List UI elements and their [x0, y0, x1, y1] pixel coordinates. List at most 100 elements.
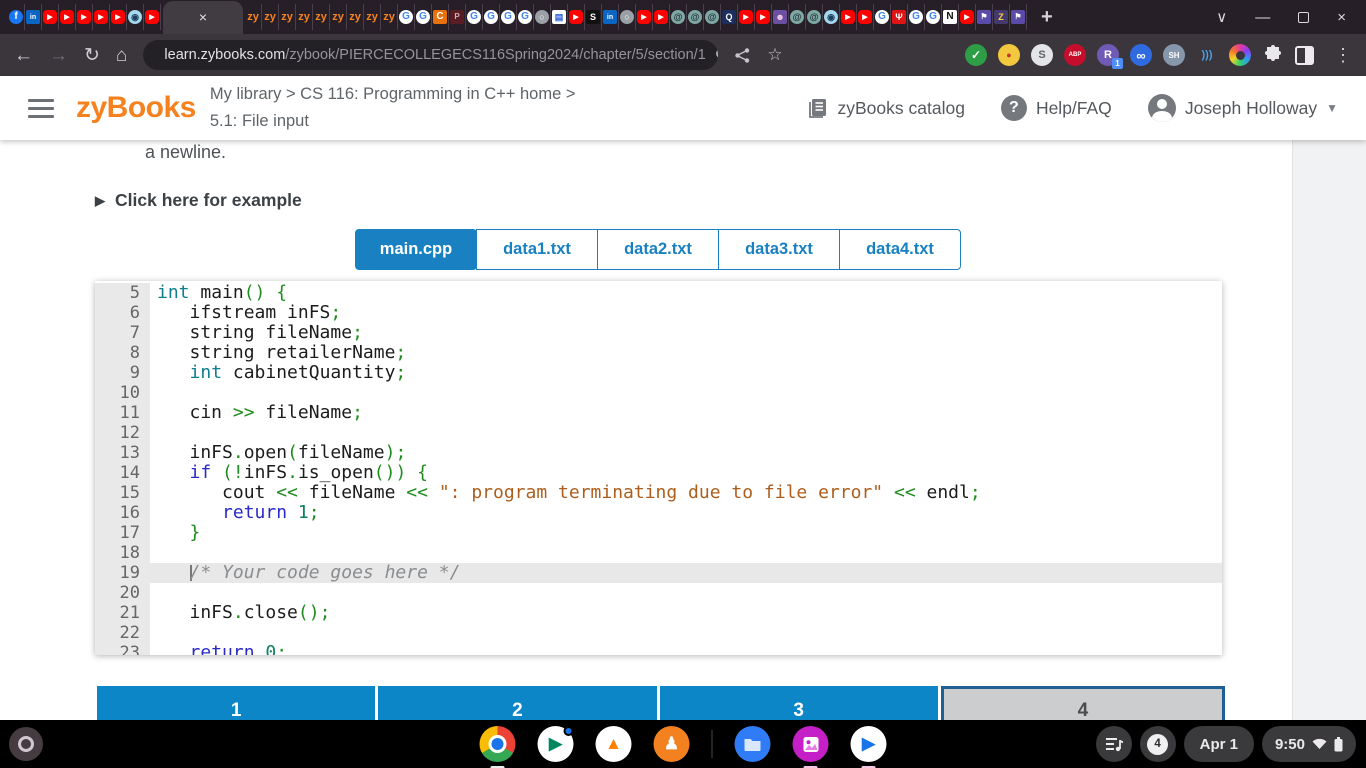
- instagram-tab[interactable]: ◉: [127, 4, 144, 30]
- breadcrumb[interactable]: My library > CS 116: Programming in C++ …: [210, 81, 576, 135]
- code-line-9[interactable]: 9 int cabinetQuantity;: [95, 363, 1222, 383]
- file-tab-data1-txt[interactable]: data1.txt: [476, 229, 598, 270]
- code-line-14[interactable]: 14 if (!inFS.is_open()) {: [95, 463, 1222, 483]
- check-extension[interactable]: ✓: [965, 44, 987, 66]
- red-radio-tab[interactable]: Ψ: [891, 4, 908, 30]
- code-line-19[interactable]: 19 /* Your code goes here */: [95, 563, 1222, 583]
- google-tab[interactable]: G: [517, 4, 534, 30]
- chrome-app[interactable]: [479, 726, 516, 768]
- listen-extension[interactable]: ●: [998, 44, 1020, 66]
- pierce-college-tab[interactable]: P: [449, 4, 466, 30]
- code-line-20[interactable]: 20: [95, 583, 1222, 603]
- files-app[interactable]: [734, 726, 771, 762]
- google-tab[interactable]: G: [483, 4, 500, 30]
- google-tab[interactable]: G: [500, 4, 517, 30]
- file-tab-data4-txt[interactable]: data4.txt: [839, 229, 961, 270]
- minimize-icon[interactable]: —: [1255, 10, 1270, 25]
- file-tab-data3-txt[interactable]: data3.txt: [718, 229, 840, 270]
- zybooks-tab[interactable]: zy: [313, 4, 330, 30]
- code-line-13[interactable]: 13 inFS.open(fileName);: [95, 443, 1222, 463]
- active-tab[interactable]: ×: [163, 0, 243, 34]
- help-faq-link[interactable]: ? Help/FAQ: [1000, 95, 1112, 121]
- zybooks-tab[interactable]: zy: [330, 4, 347, 30]
- launcher-button[interactable]: [9, 727, 43, 761]
- address-bar[interactable]: learn.zybooks.com/zybook/PIERCECOLLEGECS…: [143, 40, 719, 70]
- zybooks-tab[interactable]: zy: [364, 4, 381, 30]
- system-tray-button[interactable]: 9:50: [1261, 726, 1356, 762]
- teal-forum-tab[interactable]: @: [806, 4, 823, 30]
- code-line-12[interactable]: 12: [95, 423, 1222, 443]
- color-swirl-extension[interactable]: [1229, 44, 1251, 66]
- photos-app[interactable]: [792, 726, 829, 768]
- bookmark-star-icon[interactable]: ☆: [767, 45, 782, 65]
- zybooks-tab[interactable]: zy: [347, 4, 364, 30]
- facebook-tab[interactable]: f: [8, 4, 25, 30]
- purple-character-tab[interactable]: ☻: [772, 4, 789, 30]
- code-line-18[interactable]: 18: [95, 543, 1222, 563]
- youtube-tab[interactable]: ▶: [76, 4, 93, 30]
- q-search-tab[interactable]: Q: [721, 4, 738, 30]
- zoom-icon[interactable]: [715, 47, 719, 63]
- google-tab[interactable]: G: [398, 4, 415, 30]
- notification-counter[interactable]: 4: [1139, 726, 1176, 762]
- youtube-tab[interactable]: ▶: [636, 4, 653, 30]
- volume-waves-extension[interactable]: ))): [1196, 44, 1218, 66]
- zybooks-tab[interactable]: zy: [245, 4, 262, 30]
- linkedin-tab[interactable]: in: [25, 4, 42, 30]
- infinity-extension[interactable]: ∞: [1130, 44, 1152, 66]
- code-line-10[interactable]: 10: [95, 383, 1222, 403]
- user-menu[interactable]: Joseph Holloway ▼: [1147, 94, 1338, 122]
- code-line-23[interactable]: 23 return 0;: [95, 643, 1222, 655]
- teal-forum-tab[interactable]: @: [789, 4, 806, 30]
- globe-tab[interactable]: ○: [534, 4, 551, 30]
- example-toggle[interactable]: ▶ Click here for example: [95, 190, 302, 211]
- document-tab[interactable]: ▤: [551, 4, 568, 30]
- file-tab-main-cpp[interactable]: main.cpp: [355, 229, 477, 270]
- code-line-17[interactable]: 17 }: [95, 523, 1222, 543]
- teal-forum-tab[interactable]: @: [670, 4, 687, 30]
- sh-extension[interactable]: SH: [1163, 44, 1185, 66]
- hamburger-menu-icon[interactable]: [28, 98, 54, 118]
- purple-flag-tab[interactable]: ⚑: [976, 4, 993, 30]
- google-tab[interactable]: G: [908, 4, 925, 30]
- code-line-5[interactable]: 5 int main() {: [95, 283, 1222, 303]
- youtube-tab[interactable]: ▶: [42, 4, 59, 30]
- code-line-6[interactable]: 6 ifstream inFS;: [95, 303, 1222, 323]
- youtube-tab[interactable]: ▶: [110, 4, 127, 30]
- vlc-app[interactable]: ▲: [595, 726, 632, 762]
- google-tab[interactable]: G: [466, 4, 483, 30]
- youtube-tab[interactable]: ▶: [857, 4, 874, 30]
- play-books-app[interactable]: ▶: [850, 726, 887, 768]
- restore-icon[interactable]: [1298, 11, 1310, 23]
- s-black-tab[interactable]: S: [585, 4, 602, 30]
- reload-icon[interactable]: ↻: [84, 46, 100, 65]
- browser-menu-icon[interactable]: ⋮: [1330, 45, 1352, 66]
- zybooks-logo[interactable]: zyBooks: [76, 91, 196, 125]
- youtube-tab[interactable]: ▶: [738, 4, 755, 30]
- youtube-tab[interactable]: ▶: [59, 4, 76, 30]
- close-window-icon[interactable]: ×: [1337, 10, 1346, 25]
- google-tab[interactable]: G: [925, 4, 942, 30]
- youtube-tab[interactable]: ▶: [568, 4, 585, 30]
- linkedin-tab[interactable]: in: [602, 4, 619, 30]
- youtube-tab[interactable]: ▶: [840, 4, 857, 30]
- abp-extension[interactable]: ABP: [1064, 44, 1086, 66]
- code-editor[interactable]: 5 int main() {6 ifstream inFS; 7 string fi…: [95, 281, 1222, 655]
- globe-tab[interactable]: ○: [619, 4, 636, 30]
- media-controls-button[interactable]: [1095, 726, 1132, 762]
- tab-close-icon[interactable]: ×: [199, 9, 207, 25]
- lightning-tab[interactable]: Z: [993, 4, 1010, 30]
- google-tab[interactable]: G: [874, 4, 891, 30]
- code-line-7[interactable]: 7 string fileName;: [95, 323, 1222, 343]
- zybooks-tab[interactable]: zy: [296, 4, 313, 30]
- zybooks-catalog-link[interactable]: zyBooks catalog: [807, 97, 965, 119]
- home-icon[interactable]: ⌂: [116, 46, 127, 65]
- forward-icon[interactable]: →: [49, 46, 68, 65]
- code-line-8[interactable]: 8 string retailerName;: [95, 343, 1222, 363]
- youtube-tab[interactable]: ▶: [755, 4, 772, 30]
- code-line-22[interactable]: 22: [95, 623, 1222, 643]
- n-news-tab[interactable]: N: [942, 4, 959, 30]
- instagram-tab[interactable]: ◉: [823, 4, 840, 30]
- chevron-down-icon[interactable]: ∨: [1216, 10, 1227, 25]
- back-icon[interactable]: ←: [14, 46, 33, 65]
